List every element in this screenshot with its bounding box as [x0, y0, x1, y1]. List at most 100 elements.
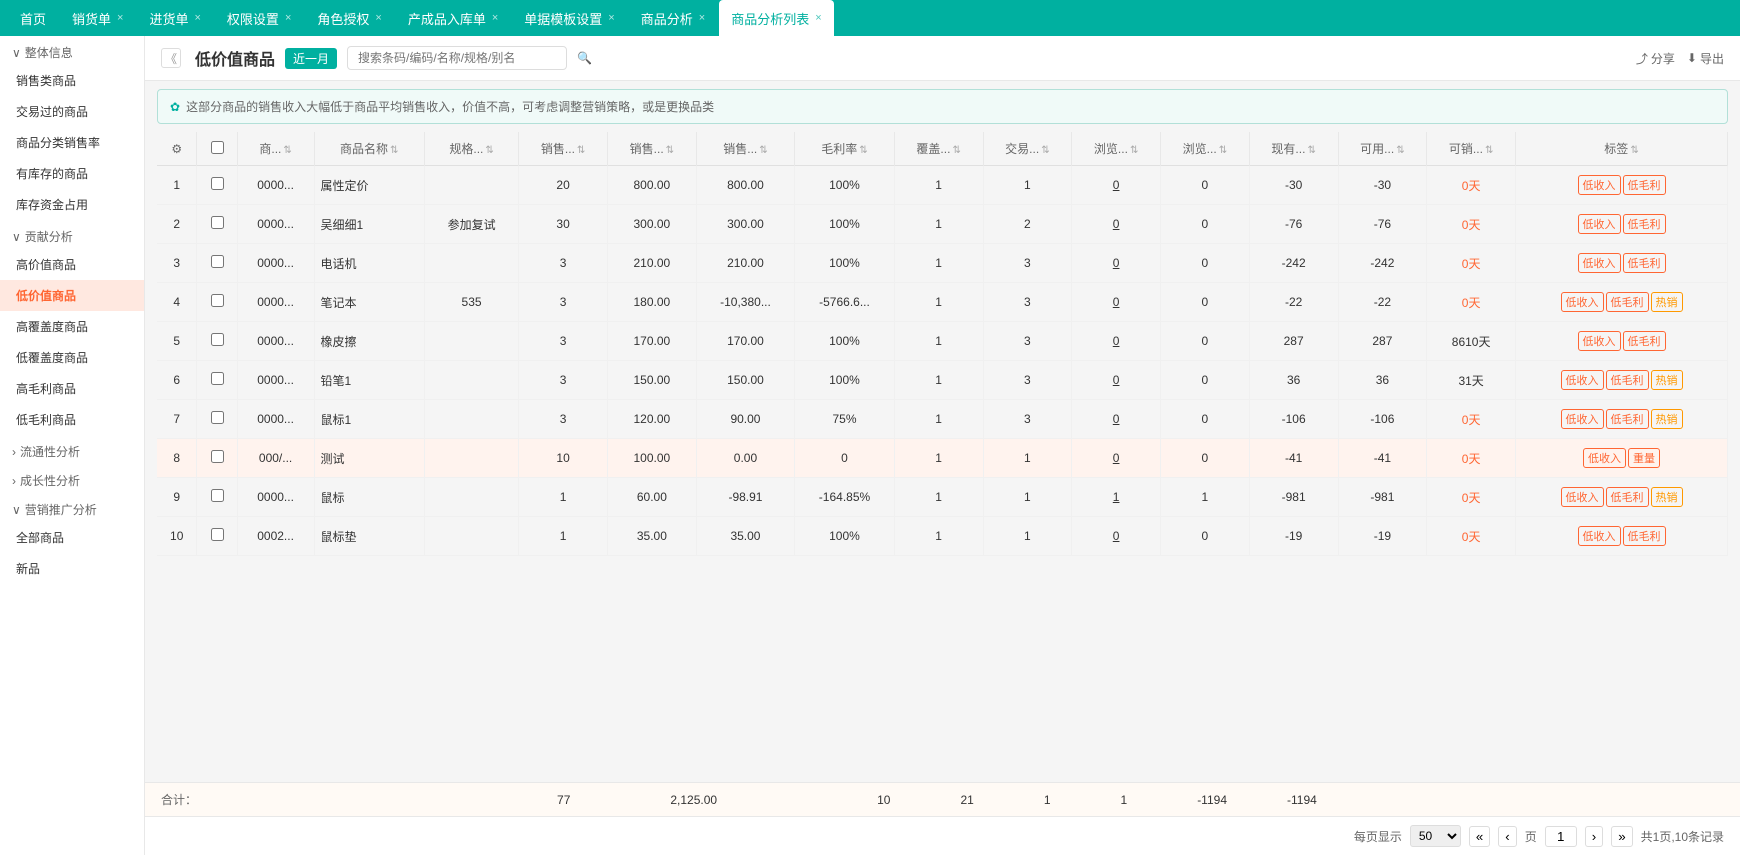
- sidebar-item-low-value[interactable]: 低价值商品: [0, 280, 144, 311]
- nav-product-stock[interactable]: 产成品入库单 ×: [396, 0, 510, 36]
- th-settings[interactable]: ⚙: [157, 132, 197, 166]
- th-trade[interactable]: 交易...⇅: [983, 132, 1072, 166]
- sidebar-item-all-goods[interactable]: 全部商品: [0, 522, 144, 553]
- sidebar-group-overall[interactable]: ∨ 整体信息: [0, 36, 144, 65]
- row-checkbox[interactable]: [197, 244, 237, 283]
- nav-permission-close[interactable]: ×: [285, 12, 291, 24]
- browse-link[interactable]: 0: [1113, 295, 1120, 309]
- th-name[interactable]: 商品名称⇅: [314, 132, 424, 166]
- row-select-checkbox[interactable]: [211, 489, 224, 502]
- nav-permission[interactable]: 权限设置 ×: [215, 0, 303, 36]
- row-browse1[interactable]: 0: [1072, 244, 1161, 283]
- export-button[interactable]: ⬇ 导出: [1687, 50, 1724, 67]
- row-checkbox[interactable]: [197, 205, 237, 244]
- settings-icon[interactable]: ⚙: [171, 142, 182, 156]
- date-tag[interactable]: 近一月: [285, 48, 337, 69]
- row-checkbox[interactable]: [197, 361, 237, 400]
- sidebar-item-sales-goods[interactable]: 销售类商品: [0, 65, 144, 96]
- row-browse1[interactable]: 0: [1072, 517, 1161, 556]
- browse-link[interactable]: 0: [1113, 451, 1120, 465]
- nav-home[interactable]: 首页: [8, 0, 58, 36]
- per-page-select[interactable]: 50 100 200: [1410, 825, 1461, 847]
- browse-link[interactable]: 0: [1113, 373, 1120, 387]
- sidebar-group-contribution[interactable]: ∨ 贡献分析: [0, 220, 144, 249]
- select-all-checkbox[interactable]: [211, 141, 224, 154]
- next-page-button[interactable]: ›: [1585, 826, 1603, 847]
- row-checkbox[interactable]: [197, 478, 237, 517]
- sidebar-item-category-rate[interactable]: 商品分类销售率: [0, 127, 144, 158]
- browse-link[interactable]: 1: [1113, 490, 1120, 504]
- row-select-checkbox[interactable]: [211, 450, 224, 463]
- th-tag[interactable]: 标签⇅: [1516, 132, 1728, 166]
- browse-link[interactable]: 0: [1113, 178, 1120, 192]
- search-input[interactable]: [347, 46, 567, 70]
- sidebar-group-marketing[interactable]: ∨ 营销推广分析: [0, 493, 144, 522]
- th-code[interactable]: 商...⇅: [237, 132, 314, 166]
- page-number-input[interactable]: [1545, 826, 1577, 847]
- row-select-checkbox[interactable]: [211, 333, 224, 346]
- th-sales-cost[interactable]: 销售...⇅: [696, 132, 794, 166]
- browse-link[interactable]: 0: [1113, 334, 1120, 348]
- sidebar-item-low-coverage[interactable]: 低覆盖度商品: [0, 342, 144, 373]
- th-available[interactable]: 可用...⇅: [1338, 132, 1427, 166]
- th-browse1[interactable]: 浏览...⇅: [1072, 132, 1161, 166]
- th-spec[interactable]: 规格...⇅: [424, 132, 518, 166]
- nav-product-stock-close[interactable]: ×: [492, 12, 498, 24]
- row-select-checkbox[interactable]: [211, 216, 224, 229]
- nav-goods-analysis[interactable]: 商品分析 ×: [629, 0, 717, 36]
- sidebar-item-new-goods[interactable]: 新品: [0, 553, 144, 584]
- row-checkbox[interactable]: [197, 166, 237, 205]
- row-browse1[interactable]: 0: [1072, 361, 1161, 400]
- sidebar-item-high-coverage[interactable]: 高覆盖度商品: [0, 311, 144, 342]
- row-select-checkbox[interactable]: [211, 294, 224, 307]
- sidebar-group-liquidity[interactable]: › 流通性分析: [0, 435, 144, 464]
- row-select-checkbox[interactable]: [211, 372, 224, 385]
- search-icon[interactable]: 🔍: [577, 51, 592, 65]
- th-browse2[interactable]: 浏览...⇅: [1161, 132, 1250, 166]
- browse-link[interactable]: 0: [1113, 529, 1120, 543]
- row-browse1[interactable]: 0: [1072, 439, 1161, 478]
- sidebar-group-growth[interactable]: › 成长性分析: [0, 464, 144, 493]
- sidebar-item-high-value[interactable]: 高价值商品: [0, 249, 144, 280]
- nav-template-close[interactable]: ×: [608, 12, 614, 24]
- sidebar-item-traded-goods[interactable]: 交易过的商品: [0, 96, 144, 127]
- row-checkbox[interactable]: [197, 439, 237, 478]
- row-browse1[interactable]: 0: [1072, 322, 1161, 361]
- browse-link[interactable]: 0: [1113, 256, 1120, 270]
- nav-sales[interactable]: 销货单 ×: [60, 0, 135, 36]
- th-cover[interactable]: 覆盖...⇅: [894, 132, 983, 166]
- browse-link[interactable]: 0: [1113, 412, 1120, 426]
- sidebar-item-low-margin[interactable]: 低毛利商品: [0, 404, 144, 435]
- row-browse1[interactable]: 0: [1072, 205, 1161, 244]
- th-sellable[interactable]: 可销...⇅: [1427, 132, 1516, 166]
- prev-page-button[interactable]: ‹: [1498, 826, 1516, 847]
- nav-role[interactable]: 角色授权 ×: [305, 0, 393, 36]
- nav-sales-close[interactable]: ×: [117, 12, 123, 24]
- sidebar-item-high-margin[interactable]: 高毛利商品: [0, 373, 144, 404]
- th-sales-qty[interactable]: 销售...⇅: [519, 132, 608, 166]
- row-checkbox[interactable]: [197, 283, 237, 322]
- row-browse1[interactable]: 0: [1072, 166, 1161, 205]
- nav-goods-list-close[interactable]: ×: [815, 12, 821, 24]
- row-checkbox[interactable]: [197, 517, 237, 556]
- sidebar-collapse-button[interactable]: 《: [161, 48, 181, 68]
- th-checkbox[interactable]: [197, 132, 237, 166]
- row-select-checkbox[interactable]: [211, 528, 224, 541]
- row-browse1[interactable]: 0: [1072, 400, 1161, 439]
- sidebar-item-stock-capital[interactable]: 库存资金占用: [0, 189, 144, 220]
- th-current[interactable]: 现有...⇅: [1249, 132, 1338, 166]
- th-sales-amount[interactable]: 销售...⇅: [607, 132, 696, 166]
- nav-purchase[interactable]: 进货单 ×: [137, 0, 212, 36]
- sidebar-item-stock-goods[interactable]: 有库存的商品: [0, 158, 144, 189]
- row-browse1[interactable]: 0: [1072, 283, 1161, 322]
- row-checkbox[interactable]: [197, 400, 237, 439]
- nav-role-close[interactable]: ×: [375, 12, 381, 24]
- row-select-checkbox[interactable]: [211, 255, 224, 268]
- row-select-checkbox[interactable]: [211, 411, 224, 424]
- row-browse1[interactable]: 1: [1072, 478, 1161, 517]
- last-page-button[interactable]: »: [1611, 826, 1632, 847]
- th-margin-rate[interactable]: 毛利率⇅: [795, 132, 895, 166]
- first-page-button[interactable]: «: [1469, 826, 1490, 847]
- share-button[interactable]: ⤴ 分享: [1636, 50, 1675, 67]
- browse-link[interactable]: 0: [1113, 217, 1120, 231]
